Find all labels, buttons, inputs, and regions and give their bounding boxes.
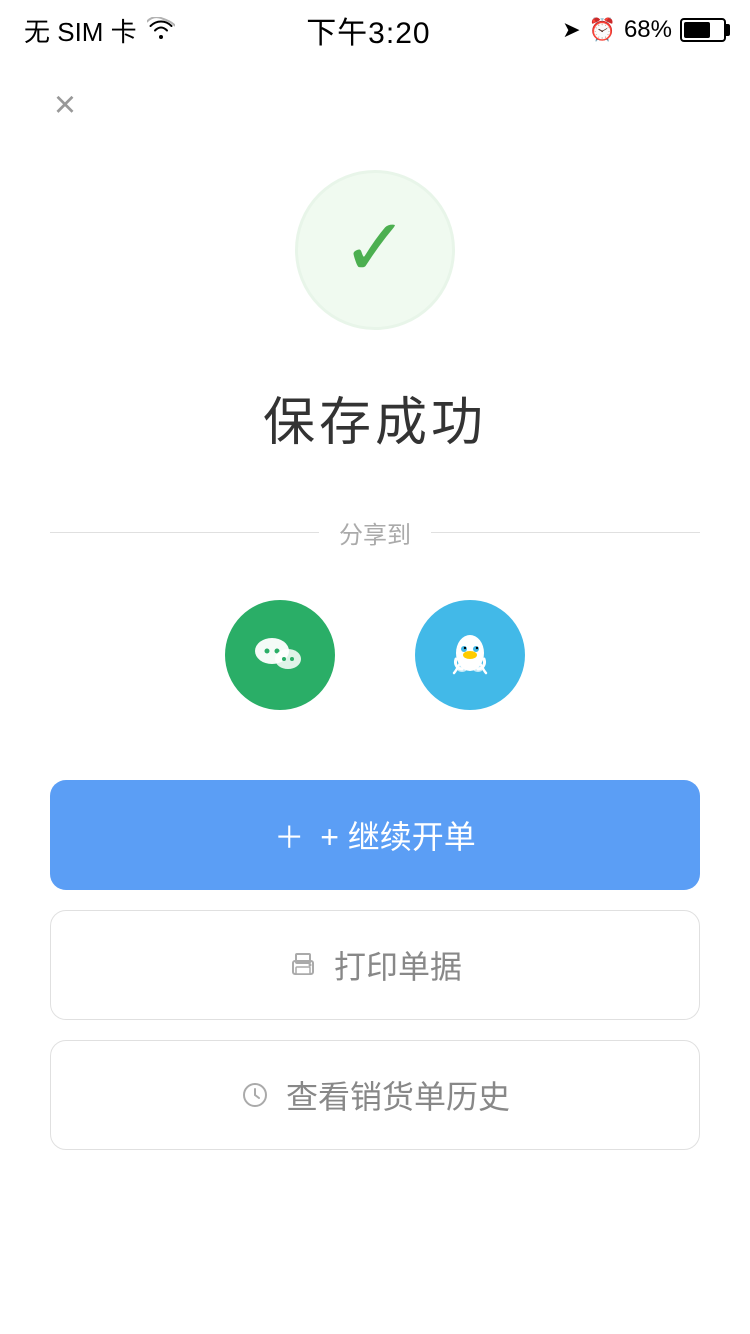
main-content: × ✓ 保存成功 分享到 <box>0 60 750 1150</box>
success-title: 保存成功 <box>263 380 487 455</box>
action-buttons: ＋ + 继续开单 打印单据 查看销货单历史 <box>50 780 700 1150</box>
share-divider-right <box>431 532 700 533</box>
history-icon <box>240 1080 270 1110</box>
print-receipt-button[interactable]: 打印单据 <box>50 910 700 1020</box>
battery-icon <box>680 18 726 42</box>
location-icon: ➤ <box>562 17 580 43</box>
share-icons <box>225 600 525 710</box>
wechat-logo-icon <box>250 625 310 685</box>
wechat-share-button[interactable] <box>225 600 335 710</box>
alarm-icon: ⏰ <box>589 17 616 43</box>
qq-share-button[interactable] <box>415 600 525 710</box>
share-section: 分享到 <box>50 515 700 550</box>
status-bar: 无 SIM 卡 下午3:20 ➤ ⏰ 68% <box>0 0 750 60</box>
continue-order-label: + 继续开单 <box>320 812 476 858</box>
battery-percent: 68% <box>624 16 672 44</box>
close-icon: × <box>54 86 76 124</box>
status-left: 无 SIM 卡 <box>24 12 175 49</box>
plus-icon: ＋ <box>274 813 304 857</box>
carrier-text: 无 SIM 卡 <box>24 12 137 49</box>
print-label: 打印单据 <box>334 942 462 988</box>
printer-icon <box>288 950 318 980</box>
close-button[interactable]: × <box>40 80 90 130</box>
share-label: 分享到 <box>319 515 431 550</box>
status-time: 下午3:20 <box>306 8 430 52</box>
qq-logo-icon <box>440 625 500 685</box>
wifi-icon <box>147 15 175 46</box>
continue-order-button[interactable]: ＋ + 继续开单 <box>50 780 700 890</box>
success-icon-circle: ✓ <box>295 170 455 330</box>
checkmark-icon: ✓ <box>341 208 408 288</box>
share-divider-left <box>50 532 319 533</box>
history-label: 查看销货单历史 <box>286 1072 510 1118</box>
status-right: ➤ ⏰ 68% <box>562 16 726 44</box>
view-history-button[interactable]: 查看销货单历史 <box>50 1040 700 1150</box>
